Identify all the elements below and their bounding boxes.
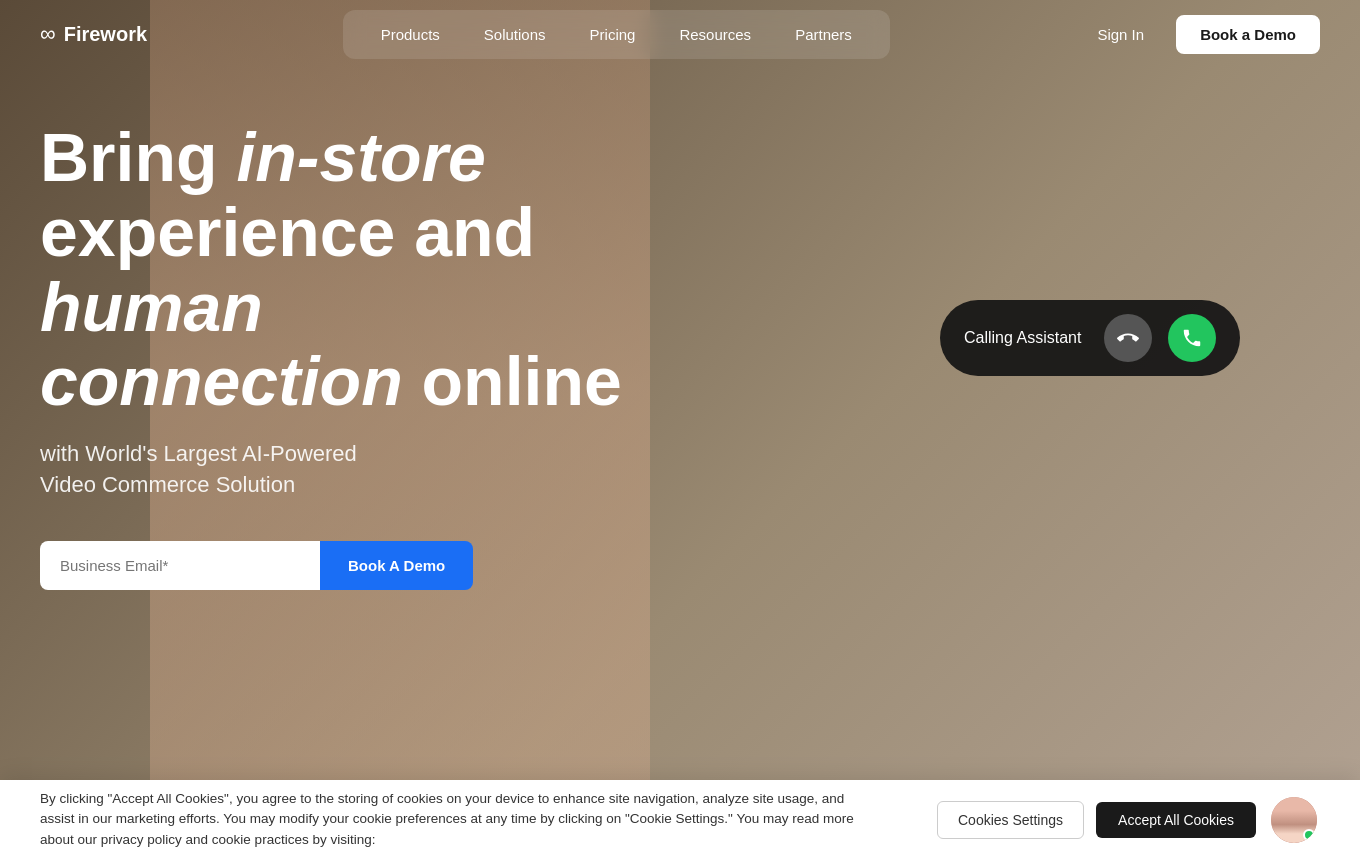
hero-section: ∞ Firework Products Solutions Pricing Re… <box>0 0 1360 780</box>
cookies-settings-button[interactable]: Cookies Settings <box>937 801 1084 839</box>
accept-all-cookies-button[interactable]: Accept All Cookies <box>1096 802 1256 838</box>
book-demo-form-button[interactable]: Book A Demo <box>320 541 473 590</box>
nav-item-pricing[interactable]: Pricing <box>572 18 654 51</box>
nav-center: Products Solutions Pricing Resources Par… <box>343 10 890 59</box>
hero-content: Bring in-store experience and human conn… <box>40 120 740 590</box>
hero-title: Bring in-store experience and human conn… <box>40 120 740 419</box>
avatar-online-indicator <box>1303 829 1315 841</box>
hero-subtitle: with World's Largest AI-Powered Video Co… <box>40 439 740 501</box>
email-input[interactable] <box>40 541 320 590</box>
nav-item-partners[interactable]: Partners <box>777 18 870 51</box>
calling-label: Calling Assistant <box>964 329 1088 347</box>
avatar <box>1268 794 1320 846</box>
logo[interactable]: ∞ Firework <box>40 21 147 47</box>
accept-call-button[interactable] <box>1168 314 1216 362</box>
nav-item-products[interactable]: Products <box>363 18 458 51</box>
cookie-text: By clicking "Accept All Cookies", you ag… <box>40 789 860 850</box>
hero-form: Book A Demo <box>40 541 740 590</box>
decline-call-button[interactable] <box>1104 314 1152 362</box>
nav-right: Sign In Book a Demo <box>1085 15 1320 54</box>
logo-icon: ∞ <box>40 21 56 47</box>
nav-item-resources[interactable]: Resources <box>661 18 769 51</box>
sign-in-button[interactable]: Sign In <box>1085 18 1156 51</box>
nav-item-solutions[interactable]: Solutions <box>466 18 564 51</box>
navbar: ∞ Firework Products Solutions Pricing Re… <box>0 0 1360 68</box>
calling-assistant-ui: Calling Assistant <box>940 300 1240 376</box>
logo-text: Firework <box>64 23 147 46</box>
cookie-buttons: Cookies Settings Accept All Cookies <box>937 794 1320 846</box>
book-demo-nav-button[interactable]: Book a Demo <box>1176 15 1320 54</box>
cookie-banner: By clicking "Accept All Cookies", you ag… <box>0 780 1360 859</box>
